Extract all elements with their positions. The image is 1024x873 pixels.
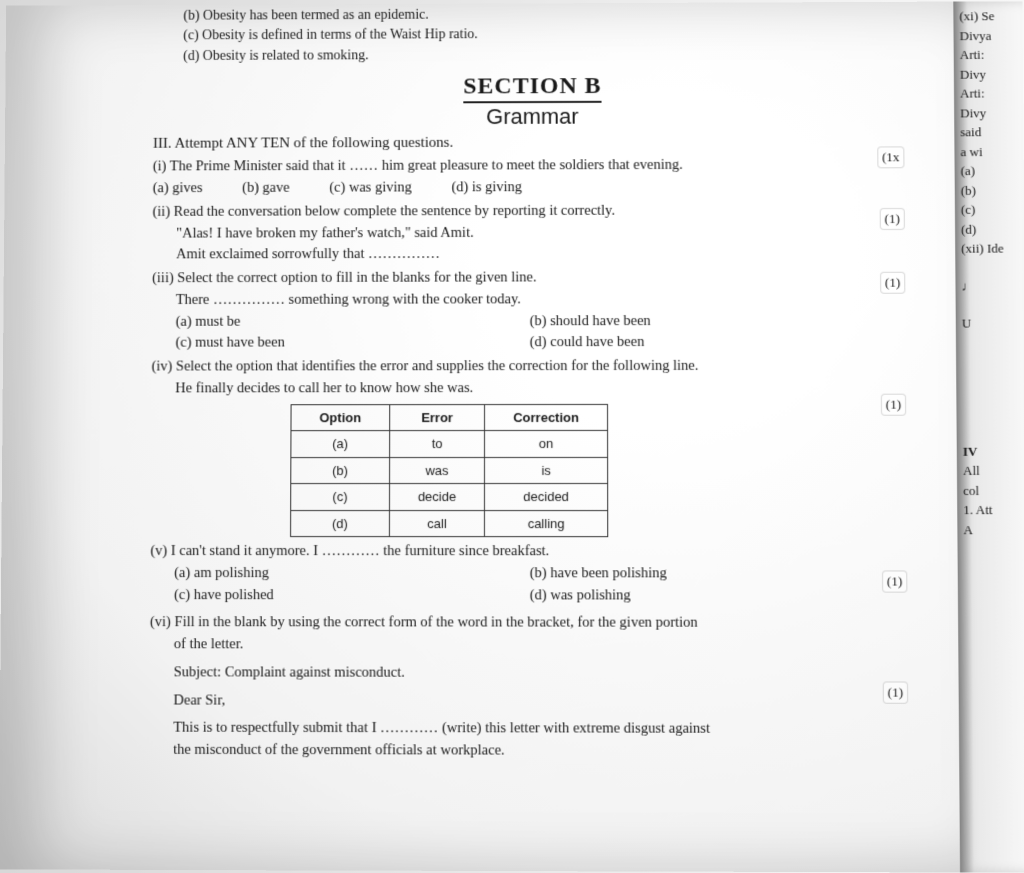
r-frag <box>963 423 1024 441</box>
grammar-subtitle: Grammar <box>153 103 914 131</box>
q3-i-opts: (a) gives (b) gave (c) was giving (d) is… <box>153 176 915 200</box>
q3-instruction: III. Attempt ANY TEN of the following qu… <box>153 130 914 155</box>
q3-v-c: (c) have polished <box>174 585 530 607</box>
th-option: Option <box>291 404 390 431</box>
q3-iii-l1: (iii) Select the correct option to fill … <box>152 267 915 290</box>
r-frag: Divy <box>960 64 1023 84</box>
section-heading: SECTION B Grammar <box>153 72 914 131</box>
table-row: (d) call calling <box>291 510 608 537</box>
r-frag: All <box>963 461 1024 481</box>
opt-d: (d) Obesity is related to smoking. <box>154 44 914 67</box>
section-b-title: SECTION B <box>463 73 601 103</box>
q3-iii: (iii) Select the correct option to fill … <box>152 267 916 355</box>
r-frag <box>961 258 1024 276</box>
q3-vi-l2: of the letter. <box>150 634 918 657</box>
r-frag: said <box>960 122 1023 142</box>
q3-iii-d: (d) could have been <box>530 332 886 354</box>
r-frag: 1. Att <box>963 500 1024 520</box>
marks-badge: (1) <box>880 208 905 229</box>
q3-v-d: (d) was polishing <box>530 585 888 607</box>
marks-badge: (1) <box>880 272 905 293</box>
q3-vi-l6: the misconduct of the government officia… <box>149 740 919 764</box>
q3-iii-opts: (a) must be (b) should have been <box>152 310 916 333</box>
table-header-row: Option Error Correction <box>291 404 608 431</box>
q3-vi: (vi) Fill in the blank by using the corr… <box>149 612 919 763</box>
r-frag: IV <box>963 441 1024 461</box>
question-block: III. Attempt ANY TEN of the following qu… <box>149 130 919 763</box>
q3-iii-a: (a) must be <box>176 311 530 333</box>
q3-v-a: (a) am polishing <box>174 563 530 585</box>
r-frag: (b) <box>961 180 1024 200</box>
r-frag: U <box>962 313 1024 333</box>
q3-vi-l1: (vi) Fill in the blank by using the corr… <box>150 612 918 635</box>
q3-v-text: (v) I can't stand it anymore. I ………… the… <box>150 541 917 563</box>
marks-badge: (1) <box>881 394 906 416</box>
q3-ii: (ii) Read the conversation below complet… <box>152 200 915 267</box>
r-frag: a wi <box>960 142 1023 162</box>
table-row: (c) decide decided <box>291 484 608 511</box>
q3-v-b: (b) have been polishing <box>530 563 888 585</box>
r-frag: ♩ <box>961 276 1024 296</box>
r-frag: A <box>963 520 1024 540</box>
q3-i-b: (b) gave <box>242 178 290 200</box>
r-frag: Divy <box>960 103 1023 123</box>
q3-v-opts2: (c) have polished (d) was polishing <box>150 585 917 607</box>
r-frag: (xii) Ide <box>961 239 1024 259</box>
page-left: (b) Obesity has been termed as an epidem… <box>0 2 960 873</box>
r-frag: Arti: <box>960 45 1023 65</box>
q3-iv-l2: He finally decides to call her to know h… <box>151 378 916 400</box>
r-frag: Divya <box>959 26 1022 46</box>
q3-iv-l1: (iv) Select the option that identifies t… <box>152 356 916 379</box>
q3-iii-b: (b) should have been <box>530 310 886 332</box>
q3-iv: (iv) Select the option that identifies t… <box>151 356 916 400</box>
th-error: Error <box>390 404 485 431</box>
q3-iii-c: (c) must have been <box>176 333 530 355</box>
q3-i-text: (i) The Prime Minister said that it …… h… <box>153 155 915 179</box>
q3-ii-l2: "Alas! I have broken my father's watch,"… <box>152 222 915 245</box>
q3-vi-l3: Subject: Complaint against misconduct. <box>150 662 919 685</box>
marks-badge: (1x <box>877 146 905 167</box>
r-frag <box>962 333 1024 423</box>
r-frag: (xi) Se <box>959 6 1022 26</box>
r-frag: (d) <box>961 219 1024 239</box>
q3-i-c: (c) was giving <box>329 178 411 200</box>
q3-i: (i) The Prime Minister said that it …… h… <box>153 155 915 200</box>
page-right: (xi) Se Divya Arti: Divy Arti: Divy said… <box>953 1 1024 872</box>
q3-ii-l3: Amit exclaimed sorrowfully that …………… <box>152 243 915 266</box>
q3-vi-l4: Dear Sir, <box>149 690 918 713</box>
th-correction: Correction <box>485 404 608 431</box>
r-frag: (c) <box>961 200 1024 220</box>
q3-v: (v) I can't stand it anymore. I ………… the… <box>150 541 917 607</box>
top-fragment: (b) Obesity has been termed as an epidem… <box>154 2 914 67</box>
r-frag <box>962 295 1024 313</box>
q3-ii-l1: (ii) Read the conversation below complet… <box>153 200 915 224</box>
q3-v-opts: (a) am polishing (b) have been polishing <box>150 563 917 585</box>
marks-badge: (1) <box>883 681 909 703</box>
r-frag: (a) <box>961 161 1024 181</box>
table-row: (b) was is <box>291 457 608 484</box>
error-correction-table: Option Error Correction (a) to on (b) wa… <box>290 404 608 538</box>
q3-iii-opts2: (c) must have been (d) could have been <box>152 332 916 355</box>
q3-i-a: (a) gives <box>153 178 203 200</box>
table-row: (a) to on <box>291 431 608 458</box>
marks-badge: (1) <box>882 570 908 592</box>
q3-i-d: (d) is giving <box>451 177 522 199</box>
r-frag: Arti: <box>960 83 1023 103</box>
q3-vi-l5: This is to respectfully submit that I ……… <box>149 718 918 741</box>
q3-iii-l2: There …………… something wrong with the coo… <box>152 289 916 312</box>
r-frag: col <box>963 480 1024 500</box>
